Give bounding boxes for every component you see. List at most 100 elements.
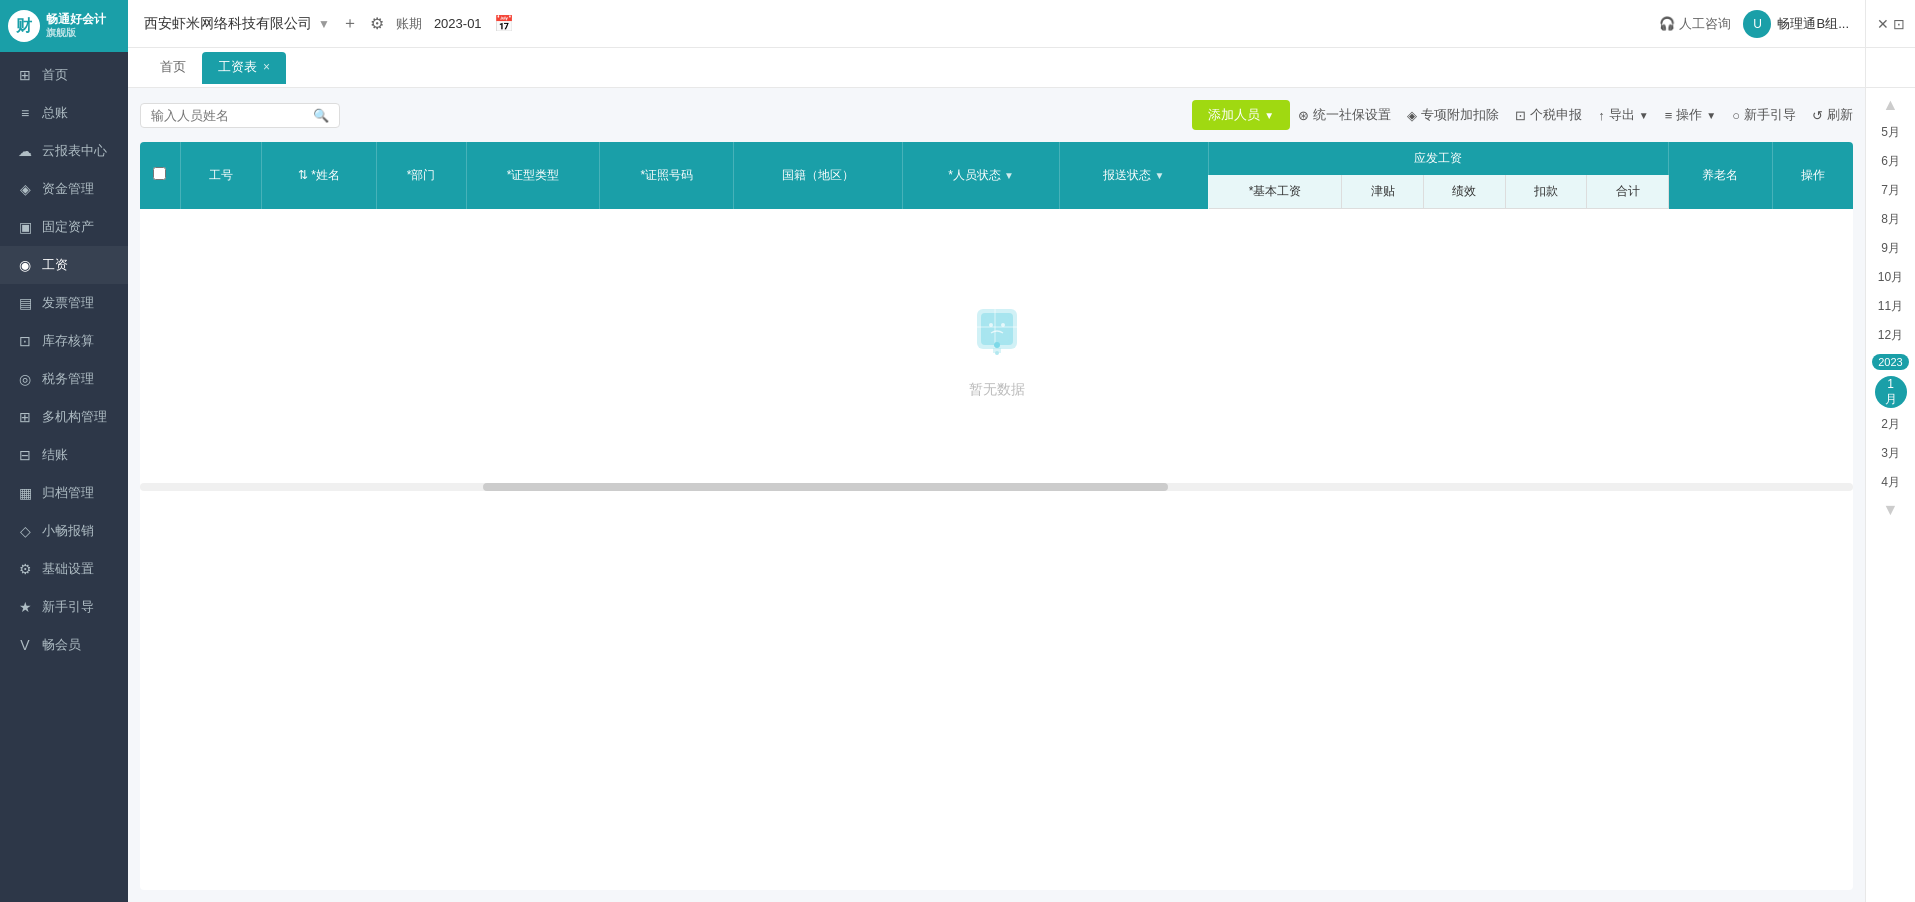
th-performance: 绩效 xyxy=(1424,175,1506,209)
add-person-button[interactable]: 添加人员 ▼ xyxy=(1192,100,1290,130)
calendar-icon[interactable]: 📅 xyxy=(494,14,514,33)
svg-point-5 xyxy=(994,342,1000,348)
month-1-active[interactable]: 1月 xyxy=(1875,376,1907,408)
add-company-icon[interactable]: ＋ xyxy=(342,13,358,34)
sidebar-item-expense[interactable]: ◇ 小畅报销 xyxy=(0,512,128,550)
tab-home[interactable]: 首页 xyxy=(144,50,202,86)
th-total: 合计 xyxy=(1587,175,1669,209)
sidebar-item-settings[interactable]: ⚙ 基础设置 xyxy=(0,550,128,588)
salary-table: 工号 ⇅ *姓名 *部门 *证型类型 *证照号码 国籍（地区） *人员状态 ▼ xyxy=(140,142,1853,890)
month-12[interactable]: 12月 xyxy=(1866,321,1915,350)
right-panel-month-selector: ▲ 5月 6月 7月 8月 9月 10月 11月 12月 2023 1月 2月 … xyxy=(1865,88,1915,902)
svg-rect-7 xyxy=(993,348,1001,353)
personal-tax-label: 个税申报 xyxy=(1530,106,1582,124)
panel-up-arrow[interactable]: ▲ xyxy=(1879,92,1903,118)
month-3[interactable]: 3月 xyxy=(1866,439,1915,468)
topbar: 西安虾米网络科技有限公司 ▼ ＋ ⚙ 账期 2023-01 📅 🎧 人工咨询 U… xyxy=(128,0,1865,48)
tab-home-label: 首页 xyxy=(160,58,186,76)
sidebar-item-member[interactable]: V 畅会员 xyxy=(0,626,128,664)
month-11[interactable]: 11月 xyxy=(1866,292,1915,321)
sidebar-item-close[interactable]: ⊟ 结账 xyxy=(0,436,128,474)
sidebar-logo: 财 畅通好会计 旗舰版 xyxy=(0,0,128,52)
month-5[interactable]: 5月 xyxy=(1866,118,1915,147)
personal-tax-btn[interactable]: ⊡ 个税申报 xyxy=(1515,106,1582,124)
sidebar-item-fixed-assets[interactable]: ▣ 固定资产 xyxy=(0,208,128,246)
panel-down-arrow[interactable]: ▼ xyxy=(1879,497,1903,523)
th-allowance: 津贴 xyxy=(1342,175,1424,209)
th-checkbox[interactable] xyxy=(140,142,180,209)
user-info[interactable]: U 畅理通B组... xyxy=(1743,10,1849,38)
search-input[interactable] xyxy=(151,108,307,123)
horizontal-scrollbar[interactable] xyxy=(140,483,1853,491)
inventory-icon: ⊡ xyxy=(16,333,34,349)
month-4[interactable]: 4月 xyxy=(1866,468,1915,497)
ledger-icon: ≡ xyxy=(16,105,34,121)
social-security-btn[interactable]: ⊛ 统一社保设置 xyxy=(1298,106,1391,124)
month-2[interactable]: 2月 xyxy=(1866,410,1915,439)
sidebar-item-label: 发票管理 xyxy=(42,294,94,312)
sidebar-item-invoice[interactable]: ▤ 发票管理 xyxy=(0,284,128,322)
th-salary-group: 应发工资 xyxy=(1208,142,1668,175)
company-name: 西安虾米网络科技有限公司 xyxy=(144,15,312,33)
month-7[interactable]: 7月 xyxy=(1866,176,1915,205)
sidebar-item-ledger[interactable]: ≡ 总账 xyxy=(0,94,128,132)
month-8[interactable]: 8月 xyxy=(1866,205,1915,234)
settings-gear-icon[interactable]: ⚙ xyxy=(370,14,384,33)
export-btn[interactable]: ↑ 导出 ▼ xyxy=(1598,106,1648,124)
export-icon: ↑ xyxy=(1598,108,1605,123)
sidebar-nav: ⊞ 首页 ≡ 总账 ☁ 云报表中心 ◈ 资金管理 ▣ 固定资产 ◉ 工资 ▤ 发… xyxy=(0,52,128,902)
company-selector[interactable]: 西安虾米网络科技有限公司 ▼ xyxy=(144,15,330,33)
th-person-status[interactable]: *人员状态 ▼ xyxy=(902,142,1059,209)
th-name[interactable]: ⇅ *姓名 xyxy=(262,142,376,209)
ops-btn[interactable]: ≡ 操作 ▼ xyxy=(1665,106,1717,124)
tab-salary-table[interactable]: 工资表 × xyxy=(202,52,286,84)
th-report-status[interactable]: 报送状态 ▼ xyxy=(1060,142,1209,209)
sidebar-item-label: 库存核算 xyxy=(42,332,94,350)
sidebar-item-label: 首页 xyxy=(42,66,68,84)
select-all-checkbox[interactable] xyxy=(153,167,166,180)
th-region: 国籍（地区） xyxy=(734,142,903,209)
month-6[interactable]: 6月 xyxy=(1866,147,1915,176)
user-name: 畅理通B组... xyxy=(1777,15,1849,33)
sidebar-item-label: 基础设置 xyxy=(42,560,94,578)
sidebar-item-multi-org[interactable]: ⊞ 多机构管理 xyxy=(0,398,128,436)
sidebar-item-label: 税务管理 xyxy=(42,370,94,388)
sidebar-item-label: 云报表中心 xyxy=(42,142,107,160)
sidebar-item-fund[interactable]: ◈ 资金管理 xyxy=(0,170,128,208)
ops-label: 操作 xyxy=(1676,106,1702,124)
sidebar-item-guide[interactable]: ★ 新手引导 xyxy=(0,588,128,626)
empty-icon xyxy=(957,289,1037,369)
sidebar-item-inventory[interactable]: ⊡ 库存核算 xyxy=(0,322,128,360)
customer-service-label: 人工咨询 xyxy=(1679,15,1731,33)
customer-service-btn[interactable]: 🎧 人工咨询 xyxy=(1659,15,1731,33)
ops-arrow-icon: ▼ xyxy=(1706,110,1716,121)
refresh-icon: ↺ xyxy=(1812,108,1823,123)
sidebar-item-archive[interactable]: ▦ 归档管理 xyxy=(0,474,128,512)
svg-point-8 xyxy=(989,323,993,327)
scrollbar-thumb[interactable] xyxy=(483,483,1168,491)
sidebar-item-label: 新手引导 xyxy=(42,598,94,616)
guide-icon: ★ xyxy=(16,599,34,615)
th-pension: 养老名 xyxy=(1669,142,1772,209)
refresh-btn[interactable]: ↺ 刷新 xyxy=(1812,106,1853,124)
special-deduct-btn[interactable]: ◈ 专项附加扣除 xyxy=(1407,106,1499,124)
sidebar-item-home[interactable]: ⊞ 首页 xyxy=(0,56,128,94)
sidebar-item-label: 多机构管理 xyxy=(42,408,107,426)
close-panel-icon[interactable]: ✕ xyxy=(1877,16,1889,32)
salary-icon: ◉ xyxy=(16,257,34,273)
th-id-type: *证型类型 xyxy=(466,142,600,209)
main-inner: 🔍 添加人员 ▼ ⊛ 统一社保设置 ◈ 专项附加扣除 xyxy=(128,88,1865,902)
month-10[interactable]: 10月 xyxy=(1866,263,1915,292)
guide-toolbar-icon: ○ xyxy=(1732,108,1740,123)
month-9[interactable]: 9月 xyxy=(1866,234,1915,263)
search-box[interactable]: 🔍 xyxy=(140,103,340,128)
export-arrow-icon: ▼ xyxy=(1639,110,1649,121)
sidebar-item-cloud-report[interactable]: ☁ 云报表中心 xyxy=(0,132,128,170)
sidebar-item-salary[interactable]: ◉ 工资 xyxy=(0,246,128,284)
th-id: 工号 xyxy=(180,142,262,209)
guide-btn[interactable]: ○ 新手引导 xyxy=(1732,106,1796,124)
tab-close-icon[interactable]: × xyxy=(263,60,270,74)
sidebar-item-tax[interactable]: ◎ 税务管理 xyxy=(0,360,128,398)
period-value: 2023-01 xyxy=(434,16,482,31)
expand-panel-icon[interactable]: ⊡ xyxy=(1893,16,1905,32)
